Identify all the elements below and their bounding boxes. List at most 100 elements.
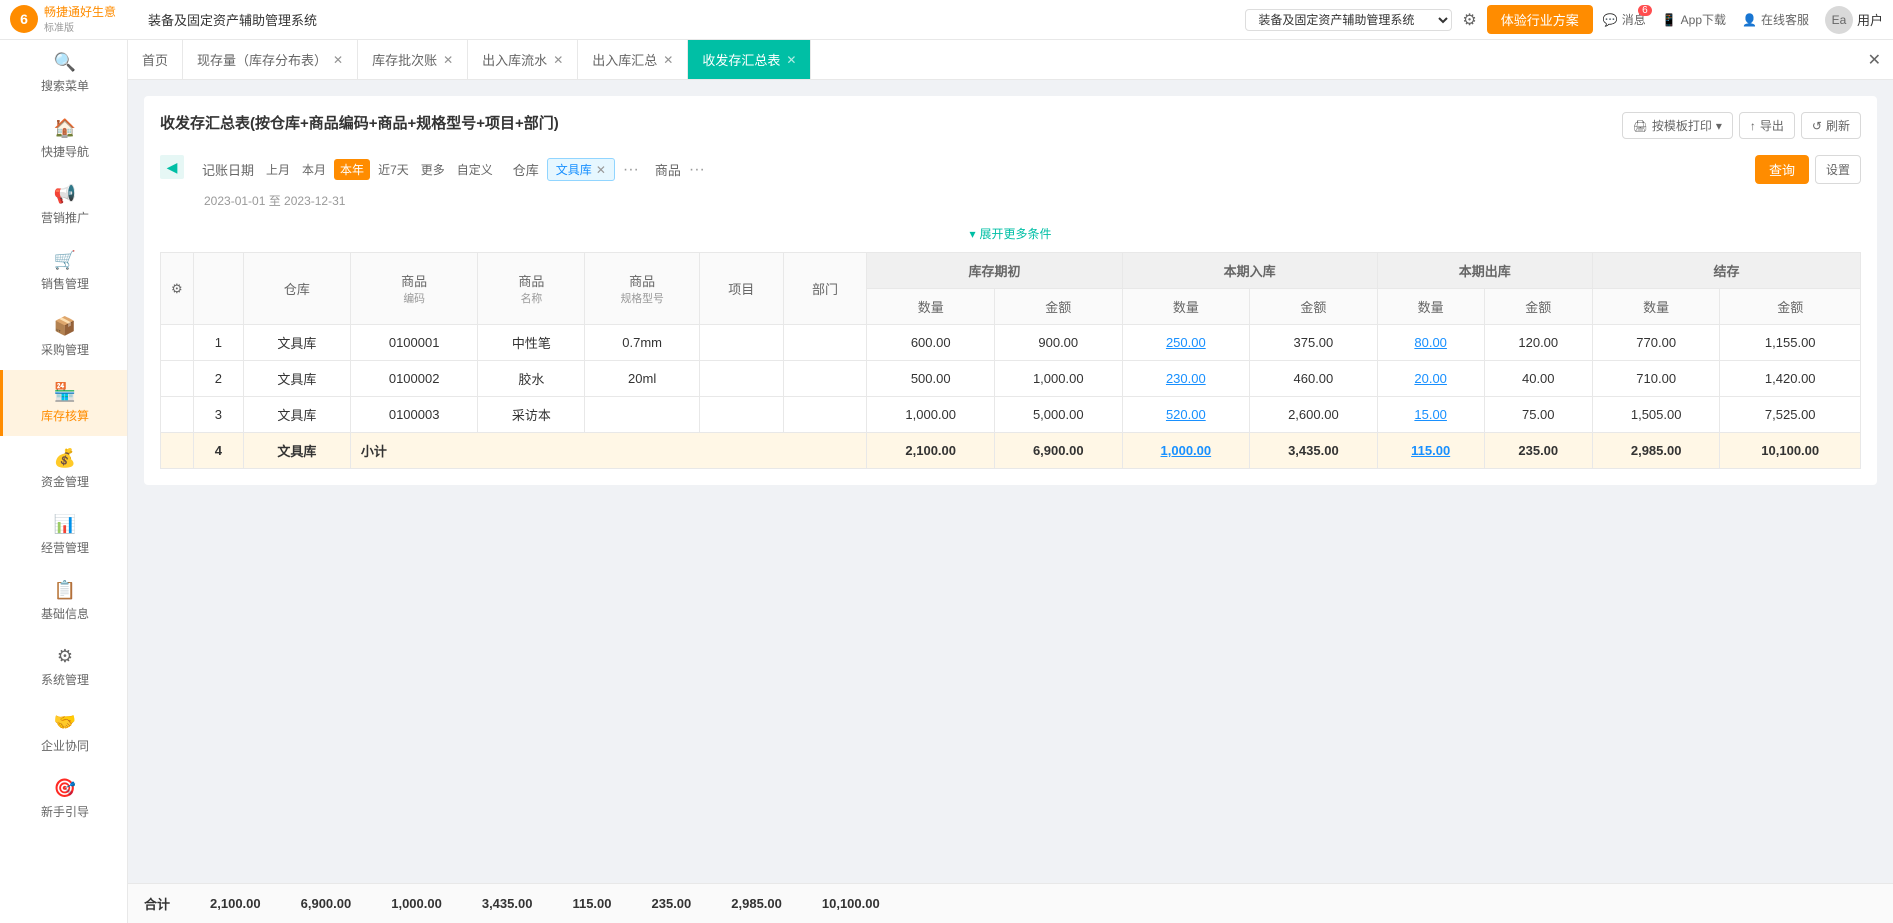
query-action-area: 查询 设置: [1755, 155, 1861, 184]
avatar: Ea: [1825, 6, 1853, 34]
row-in-qty[interactable]: 230.00: [1122, 361, 1250, 397]
row-out-amt: 40.00: [1484, 361, 1592, 397]
date-btn-last-7days[interactable]: 近7天: [374, 159, 413, 180]
sidebar-item-purchase[interactable]: 📦 采购管理: [0, 304, 127, 370]
tab-in-out-flow[interactable]: 出入库流水 ✕: [468, 40, 578, 80]
row-goods-code: 0100001: [350, 325, 478, 361]
sidebar-item-search[interactable]: 🔍 搜索菜单: [0, 40, 127, 106]
tab-close-icon[interactable]: ✕: [553, 53, 563, 67]
marketing-icon: 📢: [54, 184, 76, 205]
sidebar-item-quick-nav[interactable]: 🏠 快捷导航: [0, 106, 127, 172]
user-area[interactable]: Ea 用户: [1825, 6, 1883, 34]
col-bal-amt-header: 金额: [1720, 289, 1861, 325]
tab-batch-account[interactable]: 库存批次账 ✕: [358, 40, 468, 80]
tab-home[interactable]: 首页: [128, 40, 183, 80]
tab-in-out-summary[interactable]: 出入库汇总 ✕: [578, 40, 688, 80]
subtotal-bal-qty: 2,985.00: [1592, 433, 1720, 469]
tab-stock-distribution[interactable]: 现存量（库存分布表） ✕: [183, 40, 358, 80]
sidebar-item-basic[interactable]: 📋 基础信息: [0, 568, 127, 634]
row-dept: [783, 361, 867, 397]
print-button[interactable]: 🖨 按模板打印 ▾: [1622, 112, 1733, 139]
expand-more-button[interactable]: ▾ 展开更多条件: [969, 225, 1051, 242]
date-buttons: 上月 本月 本年 近7天 更多 自定义: [262, 159, 497, 180]
subtotal-out-amt: 235.00: [1484, 433, 1592, 469]
sidebar-item-label: 搜索菜单: [41, 77, 89, 94]
sidebar-item-operation[interactable]: 📊 经营管理: [0, 502, 127, 568]
enterprise-icon: 🤝: [54, 712, 76, 733]
expand-icon: ▾: [969, 227, 975, 241]
sidebar-item-finance[interactable]: 💰 资金管理: [0, 436, 127, 502]
online-service-item[interactable]: 👤 在线客服: [1742, 11, 1809, 28]
sidebar-item-label: 库存核算: [41, 407, 89, 424]
subtotal-in-qty[interactable]: 1,000.00: [1122, 433, 1250, 469]
footer-totals: 2,100.00 6,900.00 1,000.00 3,435.00 115.…: [210, 896, 880, 911]
row-out-qty[interactable]: 20.00: [1377, 361, 1484, 397]
settings-button[interactable]: ⚙: [1462, 10, 1476, 30]
date-btn-more[interactable]: 更多: [417, 159, 449, 180]
tab-receive-send-summary[interactable]: 收发存汇总表 ✕: [688, 40, 811, 80]
table-settings-button[interactable]: 设置: [1815, 155, 1861, 184]
warehouse-tag-close[interactable]: ✕: [596, 163, 606, 177]
system-select[interactable]: 装备及固定资产辅助管理系统: [1245, 9, 1452, 31]
export-button[interactable]: ↑ 导出: [1739, 112, 1795, 139]
query-button[interactable]: 查询: [1755, 155, 1809, 184]
date-btn-this-month[interactable]: 本月: [298, 159, 330, 180]
finance-icon: 💰: [54, 448, 76, 469]
row-goods-spec: [585, 397, 700, 433]
sidebar-item-inventory[interactable]: 🏪 库存核算: [0, 370, 127, 436]
col-project-header: 项目: [699, 253, 783, 325]
inventory-icon: 🏪: [54, 382, 76, 403]
row-in-amt: 375.00: [1250, 325, 1378, 361]
tab-close-icon[interactable]: ✕: [786, 53, 796, 67]
tab-close-icon[interactable]: ✕: [333, 53, 343, 67]
warehouse-filter-section: 仓库 文具库 ✕ ···: [513, 158, 639, 181]
main-layout: 🔍 搜索菜单 🏠 快捷导航 📢 营销推广 🛒 销售管理 📦 采购管理 🏪 库存核…: [0, 40, 1893, 923]
row-goods-spec: 20ml: [585, 361, 700, 397]
row-in-qty[interactable]: 520.00: [1122, 397, 1250, 433]
filter-bar: 记账日期 上月 本月 本年 近7天 更多 自定义: [202, 155, 1861, 184]
sidebar-item-enterprise[interactable]: 🤝 企业协同: [0, 700, 127, 766]
date-btn-custom[interactable]: 自定义: [453, 159, 497, 180]
user-label: 用户: [1857, 10, 1883, 29]
row-out-qty[interactable]: 80.00: [1377, 325, 1484, 361]
row-out-qty[interactable]: 15.00: [1377, 397, 1484, 433]
goods-filter-label: 商品: [655, 160, 681, 179]
sidebar-item-guide[interactable]: 🎯 新手引导: [0, 766, 127, 832]
col-dept-header: 部门: [783, 253, 867, 325]
refresh-icon: ↺: [1812, 119, 1822, 133]
filter-content: 记账日期 上月 本月 本年 近7天 更多 自定义: [202, 155, 1861, 215]
row-bal-amt: 1,155.00: [1720, 325, 1861, 361]
row-in-qty[interactable]: 250.00: [1122, 325, 1250, 361]
row-bal-amt: 1,420.00: [1720, 361, 1861, 397]
row-bal-amt: 7,525.00: [1720, 397, 1861, 433]
purchase-icon: 📦: [54, 316, 76, 337]
row-no: 1: [193, 325, 243, 361]
row-dept: [783, 397, 867, 433]
row-open-qty: 1,000.00: [867, 397, 995, 433]
row-open-amt: 1,000.00: [994, 361, 1122, 397]
date-btn-this-year[interactable]: 本年: [334, 159, 370, 180]
col-goods-spec-header: 商品规格型号: [585, 253, 700, 325]
sidebar-item-marketing[interactable]: 📢 营销推广: [0, 172, 127, 238]
goods-more-dots[interactable]: ···: [689, 161, 705, 179]
app-download-label: App下载: [1681, 11, 1726, 28]
date-btn-last-month[interactable]: 上月: [262, 159, 294, 180]
sidebar-item-sales[interactable]: 🛒 销售管理: [0, 238, 127, 304]
app-download-item[interactable]: 📱 App下载: [1662, 11, 1726, 28]
trial-button[interactable]: 体验行业方案: [1487, 5, 1593, 34]
refresh-button[interactable]: ↺ 刷新: [1801, 112, 1861, 139]
message-item[interactable]: 💬 消息 6: [1603, 11, 1646, 28]
tabs-close-all-button[interactable]: ✕: [1856, 50, 1893, 70]
basic-icon: 📋: [54, 580, 76, 601]
subtotal-no: 4: [193, 433, 243, 469]
logo-area: 6 畅捷通好生意 标准版: [10, 5, 138, 34]
col-settings-icon[interactable]: ⚙: [171, 281, 183, 296]
tab-close-icon[interactable]: ✕: [443, 53, 453, 67]
subtotal-out-qty[interactable]: 115.00: [1377, 433, 1484, 469]
sidebar-item-label: 资金管理: [41, 473, 89, 490]
table-row: 1 文具库 0100001 中性笔 0.7mm 600.00 900.00 25…: [161, 325, 1861, 361]
collapse-button[interactable]: ◀: [160, 155, 184, 179]
sidebar-item-system[interactable]: ⚙ 系统管理: [0, 634, 127, 700]
warehouse-more-dots[interactable]: ···: [623, 161, 639, 179]
tab-close-icon[interactable]: ✕: [663, 53, 673, 67]
